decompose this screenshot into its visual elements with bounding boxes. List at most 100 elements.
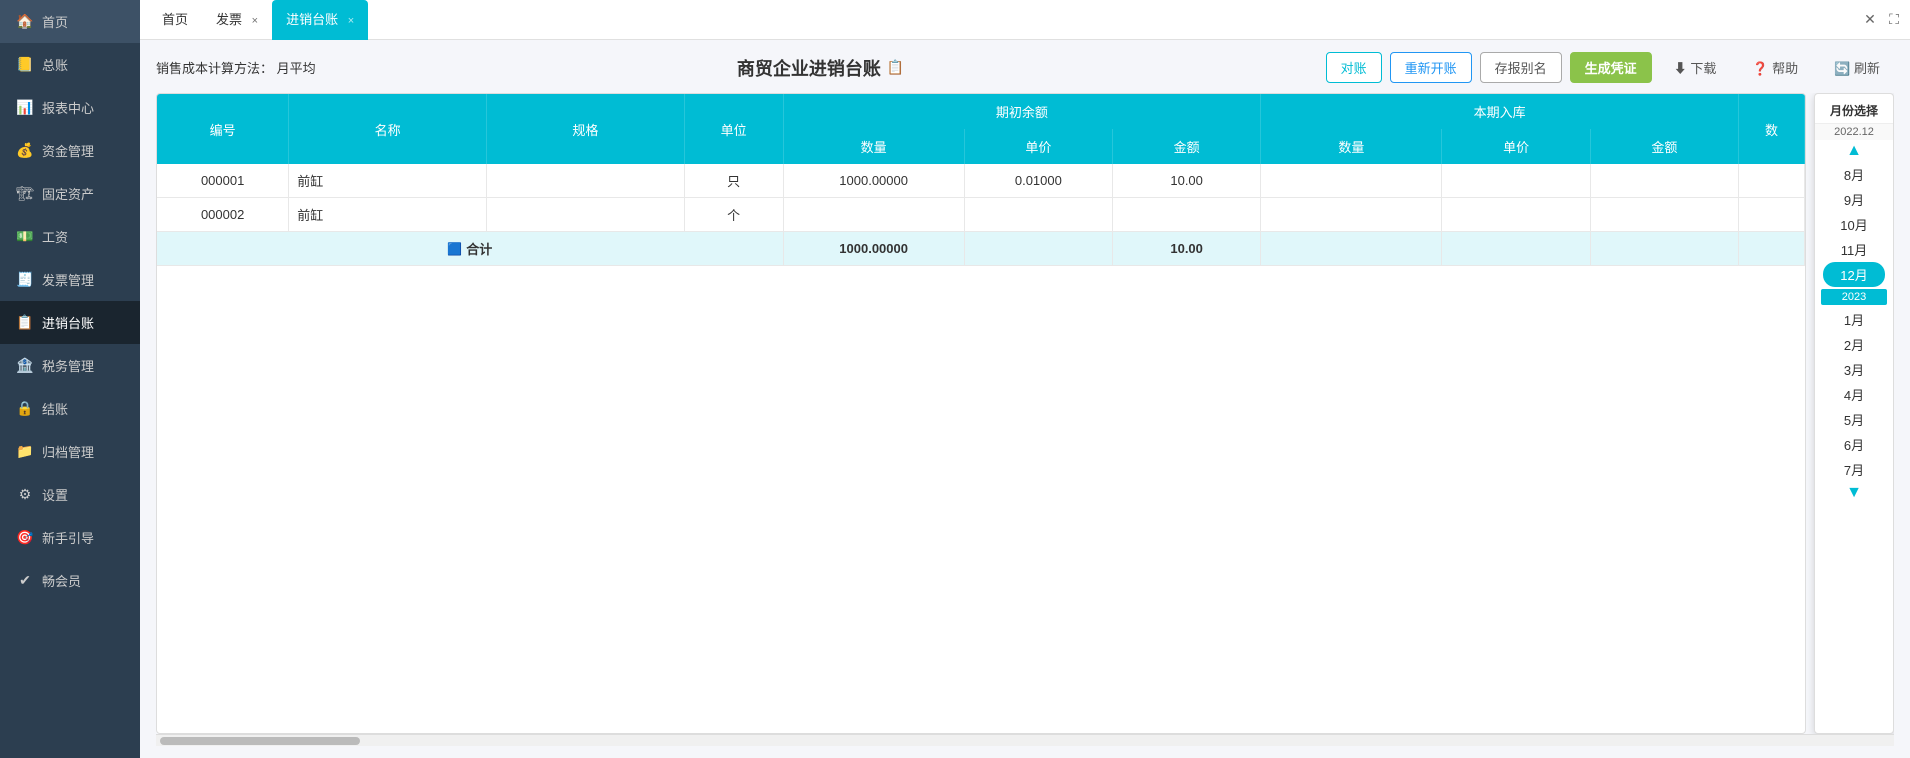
cell-opening-qty: [783, 198, 964, 232]
refresh-button[interactable]: 🔄 刷新: [1820, 53, 1894, 82]
tab-invoice[interactable]: 发票 ×: [202, 0, 272, 40]
tab-bar: 首页 发票 × 进销台账 × ✕ ⛶: [140, 0, 1910, 40]
download-button[interactable]: ⬇ 下载: [1660, 53, 1731, 82]
cell-extra: [1739, 198, 1805, 232]
cell-opening-qty: 1000.00000: [783, 164, 964, 198]
window-controls: ✕ ⛶: [1862, 12, 1902, 28]
total-label-cell: 🟦 合计: [157, 232, 783, 266]
month-item-9[interactable]: 9月: [1815, 187, 1893, 212]
table-row: 000002 前缸 个: [157, 198, 1805, 232]
page-content: 销售成本计算方法： 月平均 商贸企业进销台账 📋 对账 重新开账 存报别名 生成…: [140, 40, 1910, 758]
month-item-4[interactable]: 4月: [1815, 382, 1893, 407]
help-button[interactable]: ❓ 帮助: [1738, 53, 1812, 82]
cell-in-price: [1442, 198, 1590, 232]
sidebar-item-ledger[interactable]: 📒 总账: [0, 43, 140, 86]
page-title: 商贸企业进销台账 📋: [737, 55, 904, 81]
month-item-6[interactable]: 6月: [1815, 432, 1893, 457]
toolbar-buttons: 对账 重新开账 存报别名 生成凭证 ⬇ 下载 ❓ 帮助 🔄 刷新: [1326, 52, 1894, 83]
sidebar-item-closing[interactable]: 🔒 结账: [0, 387, 140, 430]
invoice-mgmt-icon: 🧾: [16, 271, 34, 288]
sidebar-item-label: 畅会员: [42, 571, 81, 590]
horizontal-scrollbar[interactable]: [156, 734, 1894, 746]
month-item-11[interactable]: 11月: [1815, 237, 1893, 262]
sidebar-item-label: 进销台账: [42, 313, 94, 332]
month-item-1[interactable]: 1月: [1815, 307, 1893, 332]
sidebar-item-label: 归档管理: [42, 442, 94, 461]
refresh-icon: 🔄: [1834, 61, 1850, 76]
sidebar-item-funds[interactable]: 💰 资金管理: [0, 129, 140, 172]
sidebar-item-label: 资金管理: [42, 141, 94, 160]
sidebar-item-label: 税务管理: [42, 356, 94, 375]
month-scroll-up[interactable]: ▲: [1815, 140, 1893, 162]
month-item-3[interactable]: 3月: [1815, 357, 1893, 382]
sidebar-item-home[interactable]: 🏠 首页: [0, 0, 140, 43]
salary-icon: 💵: [16, 228, 34, 245]
year-2023-badge: 2023: [1821, 289, 1887, 305]
table-header-main: 编号 名称 规格 单位 期初余额 本期入库 数: [157, 94, 1805, 129]
cell-name: 前缸: [289, 198, 487, 232]
cell-opening-price: 0.01000: [964, 164, 1112, 198]
generate-voucher-button[interactable]: 生成凭证: [1570, 52, 1652, 83]
total-opening-amount: 10.00: [1113, 232, 1261, 266]
sidebar-item-label: 首页: [42, 12, 68, 31]
tab-home[interactable]: 首页: [148, 0, 202, 40]
cell-in-amount: [1590, 164, 1738, 198]
cell-opening-price: [964, 198, 1112, 232]
cost-method: 销售成本计算方法： 月平均: [156, 58, 316, 77]
tab-inventory[interactable]: 进销台账 ×: [272, 0, 368, 40]
month-item-7[interactable]: 7月: [1815, 457, 1893, 482]
save-alias-button[interactable]: 存报别名: [1480, 52, 1562, 83]
member-icon: ✔: [16, 572, 34, 589]
sidebar-item-assets[interactable]: 🏗 固定资产: [0, 172, 140, 215]
sidebar-item-reports[interactable]: 📊 报表中心: [0, 86, 140, 129]
sidebar-item-label: 新手引导: [42, 528, 94, 547]
cell-opening-amount: 10.00: [1113, 164, 1261, 198]
scrollbar-thumb[interactable]: [160, 737, 360, 745]
sidebar-item-label: 报表中心: [42, 98, 94, 117]
sidebar-item-member[interactable]: ✔ 畅会员: [0, 559, 140, 602]
cell-in-qty: [1261, 198, 1442, 232]
sidebar-item-label: 固定资产: [42, 184, 94, 203]
month-item-8[interactable]: 8月: [1815, 162, 1893, 187]
title-copy-icon[interactable]: 📋: [887, 59, 904, 76]
col-header-opening-qty: 数量: [783, 129, 964, 164]
tab-invoice-close[interactable]: ×: [252, 15, 258, 27]
reconcile-button[interactable]: 对账: [1326, 52, 1382, 83]
col-header-name: 名称: [289, 94, 487, 164]
cell-code: 000002: [157, 198, 289, 232]
total-opening-price: [964, 232, 1112, 266]
month-item-10[interactable]: 10月: [1815, 212, 1893, 237]
cell-code: 000001: [157, 164, 289, 198]
cell-in-qty: [1261, 164, 1442, 198]
archive-icon: 📁: [16, 443, 34, 460]
sidebar-item-label: 工资: [42, 227, 68, 246]
sidebar-item-invoice-mgmt[interactable]: 🧾 发票管理: [0, 258, 140, 301]
ledger-icon: 📒: [16, 56, 34, 73]
month-scroll-down[interactable]: ▼: [1815, 482, 1893, 504]
expand-window-button[interactable]: ⛶: [1886, 12, 1902, 28]
col-header-opening: 期初余额: [783, 94, 1261, 129]
sidebar-item-settings[interactable]: ⚙ 设置: [0, 473, 140, 516]
month-item-2[interactable]: 2月: [1815, 332, 1893, 357]
total-in-price: [1442, 232, 1590, 266]
cell-unit: 只: [684, 164, 783, 198]
col-header-inbound: 本期入库: [1261, 94, 1739, 129]
sidebar-item-archive[interactable]: 📁 归档管理: [0, 430, 140, 473]
help-icon: ❓: [1752, 61, 1768, 76]
month-item-5[interactable]: 5月: [1815, 407, 1893, 432]
sidebar-item-inventory[interactable]: 📋 进销台账: [0, 301, 140, 344]
table-row: 000001 前缸 只 1000.00000 0.01000 10.00: [157, 164, 1805, 198]
cell-extra: [1739, 164, 1805, 198]
sidebar-item-salary[interactable]: 💵 工资: [0, 215, 140, 258]
cell-spec: [486, 164, 684, 198]
reopen-button[interactable]: 重新开账: [1390, 52, 1472, 83]
inventory-table-wrapper: 编号 名称 规格 单位 期初余额 本期入库 数 数量 单价 金额 数: [156, 93, 1806, 734]
reports-icon: 📊: [16, 99, 34, 116]
sidebar-item-guide[interactable]: 🎯 新手引导: [0, 516, 140, 559]
tab-inventory-close[interactable]: ×: [348, 15, 354, 27]
close-window-button[interactable]: ✕: [1862, 12, 1878, 28]
month-item-12[interactable]: 12月: [1823, 262, 1885, 287]
sidebar-item-tax[interactable]: 🏦 税务管理: [0, 344, 140, 387]
col-header-spec: 规格: [486, 94, 684, 164]
cell-in-price: [1442, 164, 1590, 198]
